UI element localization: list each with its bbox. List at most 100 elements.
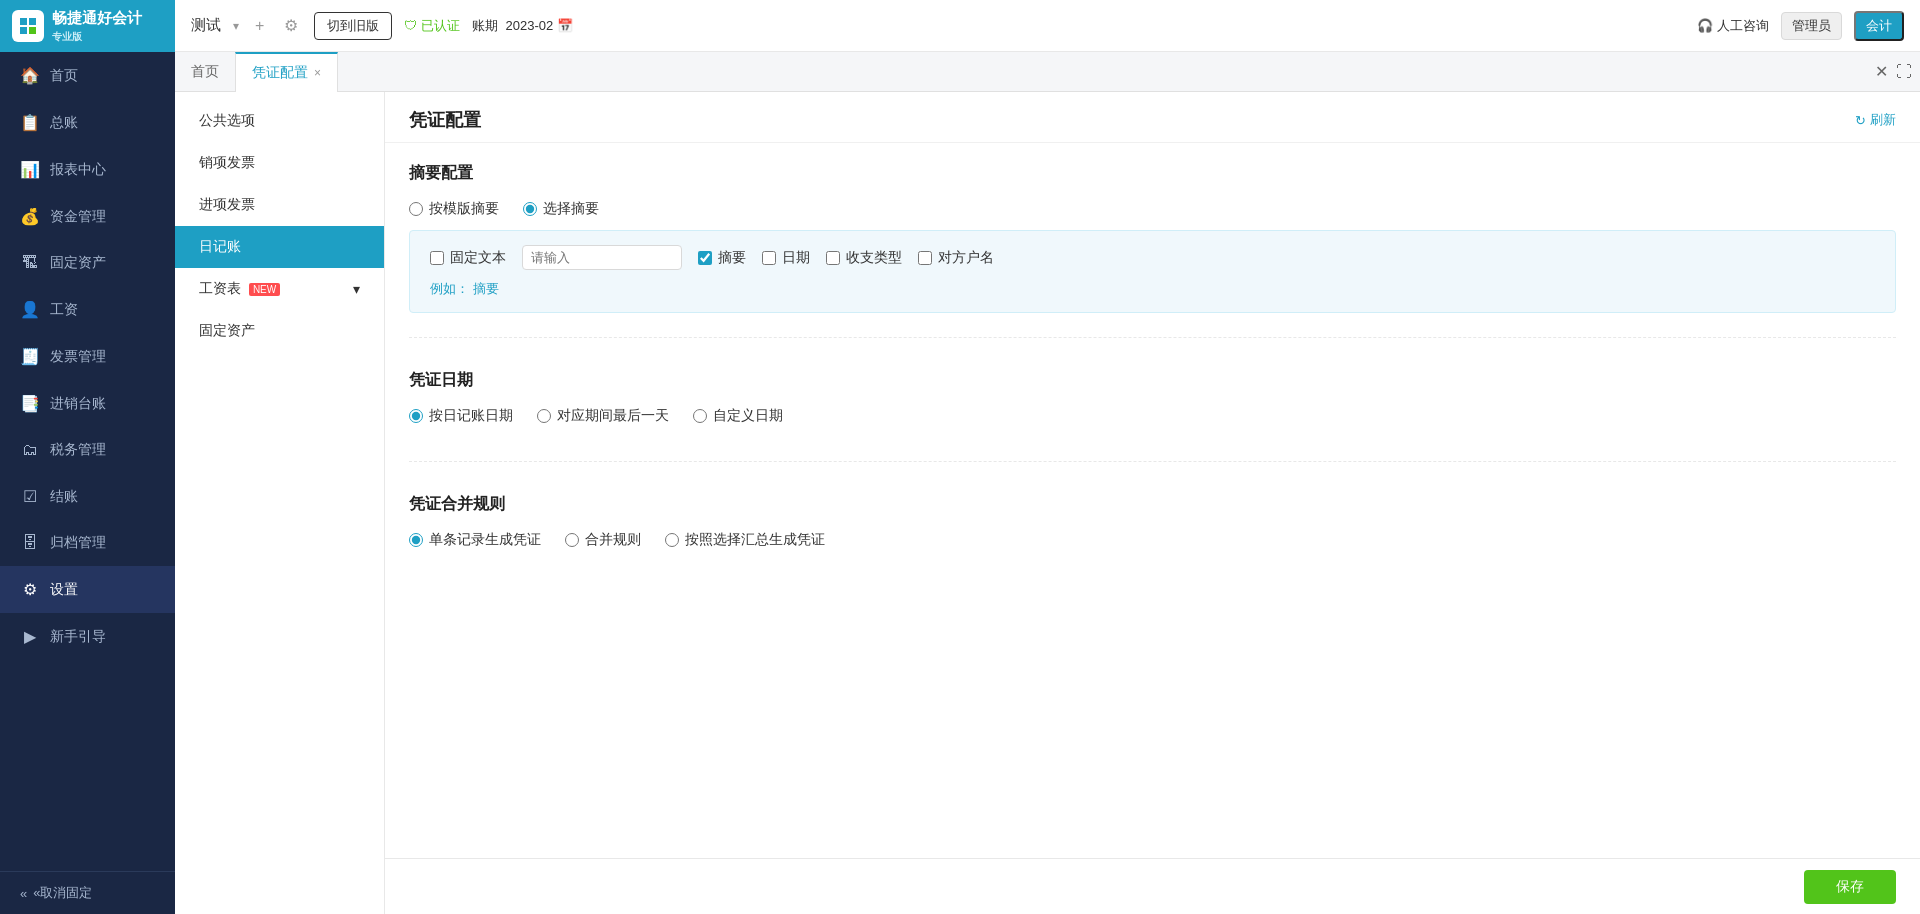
merge-option1-label: 单条记录生成凭证	[429, 531, 541, 549]
sidebar-unpin[interactable]: « «取消固定	[0, 871, 175, 914]
sidebar-scroll: 🏠 首页 📋 总账 📊 报表中心 💰 资金管理 🏗 固定资产 👤 工资 🧾 发票…	[0, 52, 175, 871]
income-checkbox[interactable]	[826, 251, 840, 265]
counterpart-checkbox-label[interactable]: 对方户名	[918, 249, 994, 267]
sidebar-item-invoice[interactable]: 🧾 发票管理	[0, 333, 175, 380]
example-text: 例如： 摘要	[430, 280, 1875, 298]
svg-rect-0	[20, 18, 27, 25]
tab-config-label: 凭证配置	[252, 64, 308, 82]
period-label: 账期 2023-02 📅	[472, 17, 573, 35]
summary-options: 按模版摘要 选择摘要	[409, 200, 1896, 218]
merge-radio1[interactable]	[409, 533, 423, 547]
date-checkbox-label[interactable]: 日期	[762, 249, 810, 267]
counterpart-checkbox-label-text: 对方户名	[938, 249, 994, 267]
sidebar-item-report[interactable]: 📊 报表中心	[0, 146, 175, 193]
nav-payroll[interactable]: 工资表 NEW ▾	[175, 268, 384, 310]
nav-payroll-label: 工资表	[199, 280, 241, 296]
summary-option2-label: 选择摘要	[543, 200, 599, 218]
merge-option1[interactable]: 单条记录生成凭证	[409, 531, 541, 549]
summary-checkbox-label[interactable]: 摘要	[698, 249, 746, 267]
tab-config-close[interactable]: ×	[314, 66, 321, 80]
summary-title: 摘要配置	[409, 163, 1896, 184]
income-checkbox-label[interactable]: 收支类型	[826, 249, 902, 267]
merge-radio2[interactable]	[565, 533, 579, 547]
sidebar-label-settings: 设置	[50, 581, 78, 599]
fixed-text-input[interactable]	[522, 245, 682, 270]
close-main-icon[interactable]: ✕	[1875, 62, 1888, 81]
sidebar-item-archive[interactable]: 🗄 归档管理	[0, 520, 175, 566]
date-option1-label: 按日记账日期	[429, 407, 513, 425]
nav-sales[interactable]: 销项发票	[175, 142, 384, 184]
accountant-button[interactable]: 会计	[1854, 11, 1904, 41]
date-option2[interactable]: 对应期间最后一天	[537, 407, 669, 425]
company-dropdown-icon[interactable]: ▾	[233, 19, 239, 33]
bottom-bar: 保存	[385, 858, 1920, 914]
settings-gear-icon[interactable]: ⚙	[280, 12, 302, 39]
assets-icon: 🏗	[20, 254, 40, 272]
summary-option2[interactable]: 选择摘要	[523, 200, 599, 218]
date-option3[interactable]: 自定义日期	[693, 407, 783, 425]
sidebar-label-invoice: 发票管理	[50, 348, 106, 366]
switch-old-button[interactable]: 切到旧版	[314, 12, 392, 40]
sidebar-item-settings[interactable]: ⚙ 设置	[0, 566, 175, 613]
refresh-label: 刷新	[1870, 111, 1896, 129]
sidebar-item-trade[interactable]: 📑 进销台账	[0, 380, 175, 427]
summary-radio1[interactable]	[409, 202, 423, 216]
sidebar-item-ledger[interactable]: 📋 总账	[0, 99, 175, 146]
fixed-text-checkbox[interactable]	[430, 251, 444, 265]
svg-rect-3	[29, 27, 36, 34]
sidebar-item-capital[interactable]: 💰 资金管理	[0, 193, 175, 240]
admin-button[interactable]: 管理员	[1781, 12, 1842, 40]
date-option1[interactable]: 按日记账日期	[409, 407, 513, 425]
summary-checkbox[interactable]	[698, 251, 712, 265]
summary-radio2[interactable]	[523, 202, 537, 216]
sidebar-item-salary[interactable]: 👤 工资	[0, 286, 175, 333]
sidebar-item-assets[interactable]: 🏗 固定资产	[0, 240, 175, 286]
merge-title: 凭证合并规则	[409, 494, 1896, 515]
nav-purchase[interactable]: 进项发票	[175, 184, 384, 226]
date-options: 按日记账日期 对应期间最后一天 自定义日期	[409, 407, 1896, 425]
fullscreen-icon[interactable]: ⛶	[1896, 63, 1912, 81]
save-button[interactable]: 保存	[1804, 870, 1896, 904]
refresh-button[interactable]: ↻ 刷新	[1855, 111, 1896, 129]
sidebar-logo: 畅捷通好会计 专业版	[0, 0, 175, 52]
add-button[interactable]: +	[251, 13, 268, 39]
counterpart-checkbox[interactable]	[918, 251, 932, 265]
merge-option2[interactable]: 合并规则	[565, 531, 641, 549]
report-icon: 📊	[20, 160, 40, 179]
closing-icon: ☑	[20, 487, 40, 506]
sidebar-item-guide[interactable]: ▶ 新手引导	[0, 613, 175, 660]
example-value: 摘要	[473, 281, 499, 296]
nav-fixed[interactable]: 固定资产	[175, 310, 384, 352]
summary-section: 摘要配置 按模版摘要 选择摘要	[409, 163, 1896, 338]
sidebar-item-closing[interactable]: ☑ 结账	[0, 473, 175, 520]
date-radio2[interactable]	[537, 409, 551, 423]
tab-home[interactable]: 首页	[175, 52, 235, 92]
merge-option3[interactable]: 按照选择汇总生成凭证	[665, 531, 825, 549]
consult-button[interactable]: 🎧 人工咨询	[1697, 17, 1769, 35]
tab-config[interactable]: 凭证配置 ×	[235, 52, 338, 92]
summary-option1[interactable]: 按模版摘要	[409, 200, 499, 218]
page-title: 凭证配置	[409, 108, 481, 132]
sidebar-label-assets: 固定资产	[50, 254, 106, 272]
merge-option2-label: 合并规则	[585, 531, 641, 549]
nav-journal[interactable]: 日记账	[175, 226, 384, 268]
verified-label: 已认证	[421, 17, 460, 35]
nav-public-label: 公共选项	[199, 112, 255, 128]
date-radio3[interactable]	[693, 409, 707, 423]
nav-journal-label: 日记账	[199, 238, 241, 254]
fixed-text-checkbox-label[interactable]: 固定文本	[430, 249, 506, 267]
sidebar-item-home[interactable]: 🏠 首页	[0, 52, 175, 99]
nav-fixed-label: 固定资产	[199, 322, 255, 338]
svg-rect-2	[20, 27, 27, 34]
content-area: 公共选项 销项发票 进项发票 日记账 工资表 NEW ▾ 固定资产	[175, 92, 1920, 914]
sidebar-label-ledger: 总账	[50, 114, 78, 132]
date-radio1[interactable]	[409, 409, 423, 423]
shield-icon: 🛡	[404, 18, 417, 33]
sidebar-item-tax[interactable]: 🗂 税务管理	[0, 427, 175, 473]
summary-sub-row: 固定文本 摘要 日期	[430, 245, 1875, 270]
date-checkbox[interactable]	[762, 251, 776, 265]
merge-radio3[interactable]	[665, 533, 679, 547]
tab-home-label: 首页	[191, 63, 219, 81]
nav-public[interactable]: 公共选项	[175, 100, 384, 142]
nav-payroll-label-container: 工资表 NEW	[199, 280, 280, 298]
